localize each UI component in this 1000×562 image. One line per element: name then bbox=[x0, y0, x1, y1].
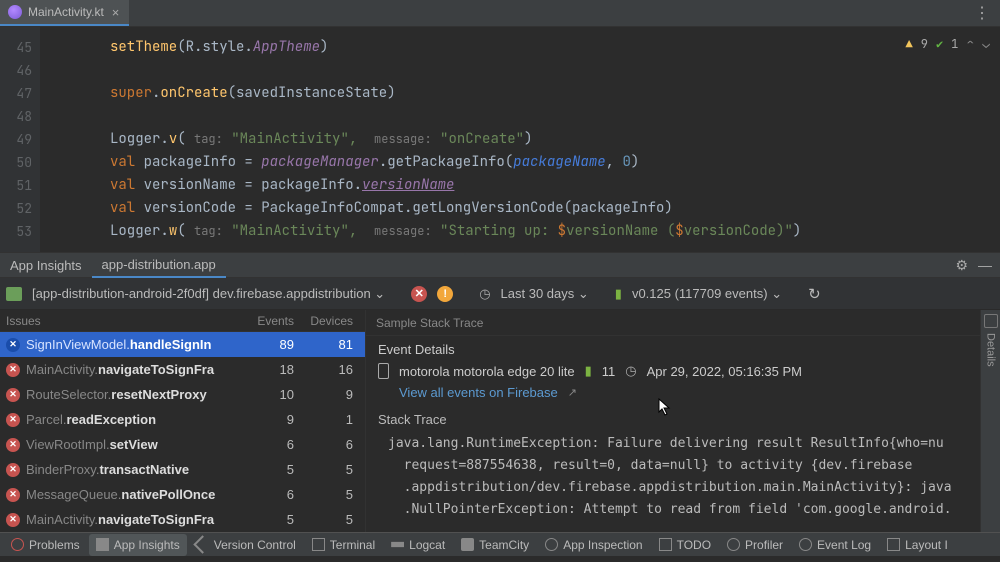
issue-row[interactable]: ✕SignInViewModel.handleSignIn8981 bbox=[0, 332, 365, 357]
chevron-up-icon[interactable]: ⌃ bbox=[966, 35, 974, 52]
issues-header: Issues Events Devices bbox=[0, 310, 365, 332]
issue-row[interactable]: ✕MainActivity.navigateToSignFra1816 bbox=[0, 357, 365, 382]
fatal-icon: ✕ bbox=[6, 338, 20, 352]
editor-tabbar: MainActivity.kt × ⋮ bbox=[0, 0, 1000, 27]
stack-trace-heading: Stack Trace bbox=[378, 412, 968, 427]
tw-event-log[interactable]: Event Log bbox=[792, 534, 878, 556]
check-icon: ✔ bbox=[936, 36, 943, 52]
problems-icon bbox=[11, 538, 24, 551]
external-link-icon: ↗ bbox=[568, 386, 577, 399]
fatal-icon: ✕ bbox=[6, 463, 20, 477]
issue-row[interactable]: ✕BinderProxy.transactNative55 bbox=[0, 457, 365, 482]
detail-panel: Sample Stack Trace Event Details motorol… bbox=[365, 310, 980, 532]
issue-row[interactable]: ✕ViewRootImpl.setView66 bbox=[0, 432, 365, 457]
device-name: motorola motorola edge 20 lite bbox=[399, 364, 575, 379]
clock-icon: ◷ bbox=[479, 286, 490, 302]
tw-app-insights[interactable]: App Insights bbox=[89, 534, 187, 556]
fatal-icon: ✕ bbox=[6, 438, 20, 452]
file-tab[interactable]: MainActivity.kt × bbox=[0, 0, 129, 26]
fatal-icon: ✕ bbox=[6, 388, 20, 402]
code-area[interactable]: setTheme(R.style.AppTheme) super.onCreat… bbox=[40, 27, 801, 252]
warning-icon: ▲ bbox=[906, 36, 913, 52]
tw-version-control[interactable]: Version Control bbox=[189, 534, 303, 556]
gear-icon[interactable]: ⚙ bbox=[955, 257, 968, 274]
project-icon bbox=[6, 287, 22, 301]
phone-icon bbox=[378, 363, 389, 379]
code-editor[interactable]: ▲9 ✔1 ⌃ ⌄ 45 46 47 48 49 50 51 52 53 set… bbox=[0, 27, 1000, 252]
issue-row[interactable]: ✕RouteSelector.resetNextProxy109 bbox=[0, 382, 365, 407]
layout-icon bbox=[887, 538, 900, 551]
fatal-icon: ✕ bbox=[6, 513, 20, 527]
profiler-icon bbox=[727, 538, 740, 551]
fatal-icon: ✕ bbox=[6, 363, 20, 377]
terminal-icon bbox=[312, 538, 325, 551]
issue-row[interactable]: ✕Parcel.readException91 bbox=[0, 407, 365, 432]
details-tab[interactable]: Details bbox=[985, 333, 997, 367]
refresh-icon[interactable]: ↻ bbox=[808, 285, 821, 303]
insights-toolbar: [app-distribution-android-2f0df] dev.fir… bbox=[0, 278, 1000, 310]
insights-body: Issues Events Devices ✕SignInViewModel.h… bbox=[0, 310, 1000, 532]
event-details-heading: Event Details bbox=[378, 342, 968, 357]
tw-app-inspection[interactable]: App Inspection bbox=[538, 534, 649, 556]
project-selector[interactable]: [app-distribution-android-2f0df] dev.fir… bbox=[32, 286, 385, 302]
insights-icon bbox=[96, 538, 109, 551]
stack-trace-body[interactable]: java.lang.RuntimeException: Failure deli… bbox=[378, 433, 968, 521]
inspections-widget[interactable]: ▲9 ✔1 ⌃ ⌄ bbox=[906, 35, 990, 52]
gutter: 45 46 47 48 49 50 51 52 53 bbox=[0, 27, 40, 252]
logcat-icon bbox=[391, 538, 404, 551]
insights-tabs: App Insights app-distribution.app ⚙ — bbox=[0, 252, 1000, 278]
tw-teamcity[interactable]: TeamCity bbox=[454, 534, 536, 556]
view-all-link[interactable]: View all events on Firebase bbox=[399, 385, 558, 400]
inspection-icon bbox=[545, 538, 558, 551]
nonfatal-filter-icon[interactable]: ! bbox=[437, 286, 453, 302]
api-level: 11 bbox=[602, 364, 616, 379]
kotlin-file-icon bbox=[8, 5, 22, 19]
tab-title: MainActivity.kt bbox=[28, 5, 104, 19]
todo-icon bbox=[659, 538, 672, 551]
vcs-icon bbox=[193, 535, 211, 553]
tw-problems[interactable]: Problems bbox=[4, 534, 87, 556]
fatal-filter-icon[interactable]: ✕ bbox=[411, 286, 427, 302]
detail-header: Sample Stack Trace bbox=[366, 310, 980, 336]
fatal-icon: ✕ bbox=[6, 413, 20, 427]
issue-row[interactable]: ✕MainActivity.navigateToSignFra55 bbox=[0, 507, 365, 532]
details-icon[interactable] bbox=[984, 314, 998, 328]
issues-table: Issues Events Devices ✕SignInViewModel.h… bbox=[0, 310, 365, 532]
tw-logcat[interactable]: Logcat bbox=[384, 534, 452, 556]
close-icon[interactable]: × bbox=[110, 5, 122, 20]
tw-layout-inspector[interactable]: Layout I bbox=[880, 534, 955, 556]
tw-terminal[interactable]: Terminal bbox=[305, 534, 382, 556]
teamcity-icon bbox=[461, 538, 474, 551]
android-icon: ▮ bbox=[585, 363, 592, 379]
version-selector[interactable]: v0.125 (117709 events) ⌄ bbox=[632, 286, 782, 302]
tw-profiler[interactable]: Profiler bbox=[720, 534, 790, 556]
tab-app-insights[interactable]: App Insights bbox=[0, 253, 92, 278]
event-timestamp: Apr 29, 2022, 05:16:35 PM bbox=[647, 364, 802, 379]
tw-todo[interactable]: TODO bbox=[652, 534, 718, 556]
tab-app-distribution[interactable]: app-distribution.app bbox=[92, 253, 226, 278]
clock-icon: ◷ bbox=[625, 363, 636, 379]
minimize-icon[interactable]: — bbox=[978, 257, 992, 274]
tool-window-bar: Problems App Insights Version Control Te… bbox=[0, 532, 1000, 556]
issue-row[interactable]: ✕MessageQueue.nativePollOnce65 bbox=[0, 482, 365, 507]
android-icon: ▮ bbox=[615, 286, 622, 302]
side-stripe: Details bbox=[980, 310, 1000, 532]
fatal-icon: ✕ bbox=[6, 488, 20, 502]
more-menu-icon[interactable]: ⋮ bbox=[964, 3, 1000, 23]
eventlog-icon bbox=[799, 538, 812, 551]
date-range-selector[interactable]: Last 30 days ⌄ bbox=[501, 286, 589, 302]
chevron-down-icon[interactable]: ⌄ bbox=[982, 35, 990, 52]
